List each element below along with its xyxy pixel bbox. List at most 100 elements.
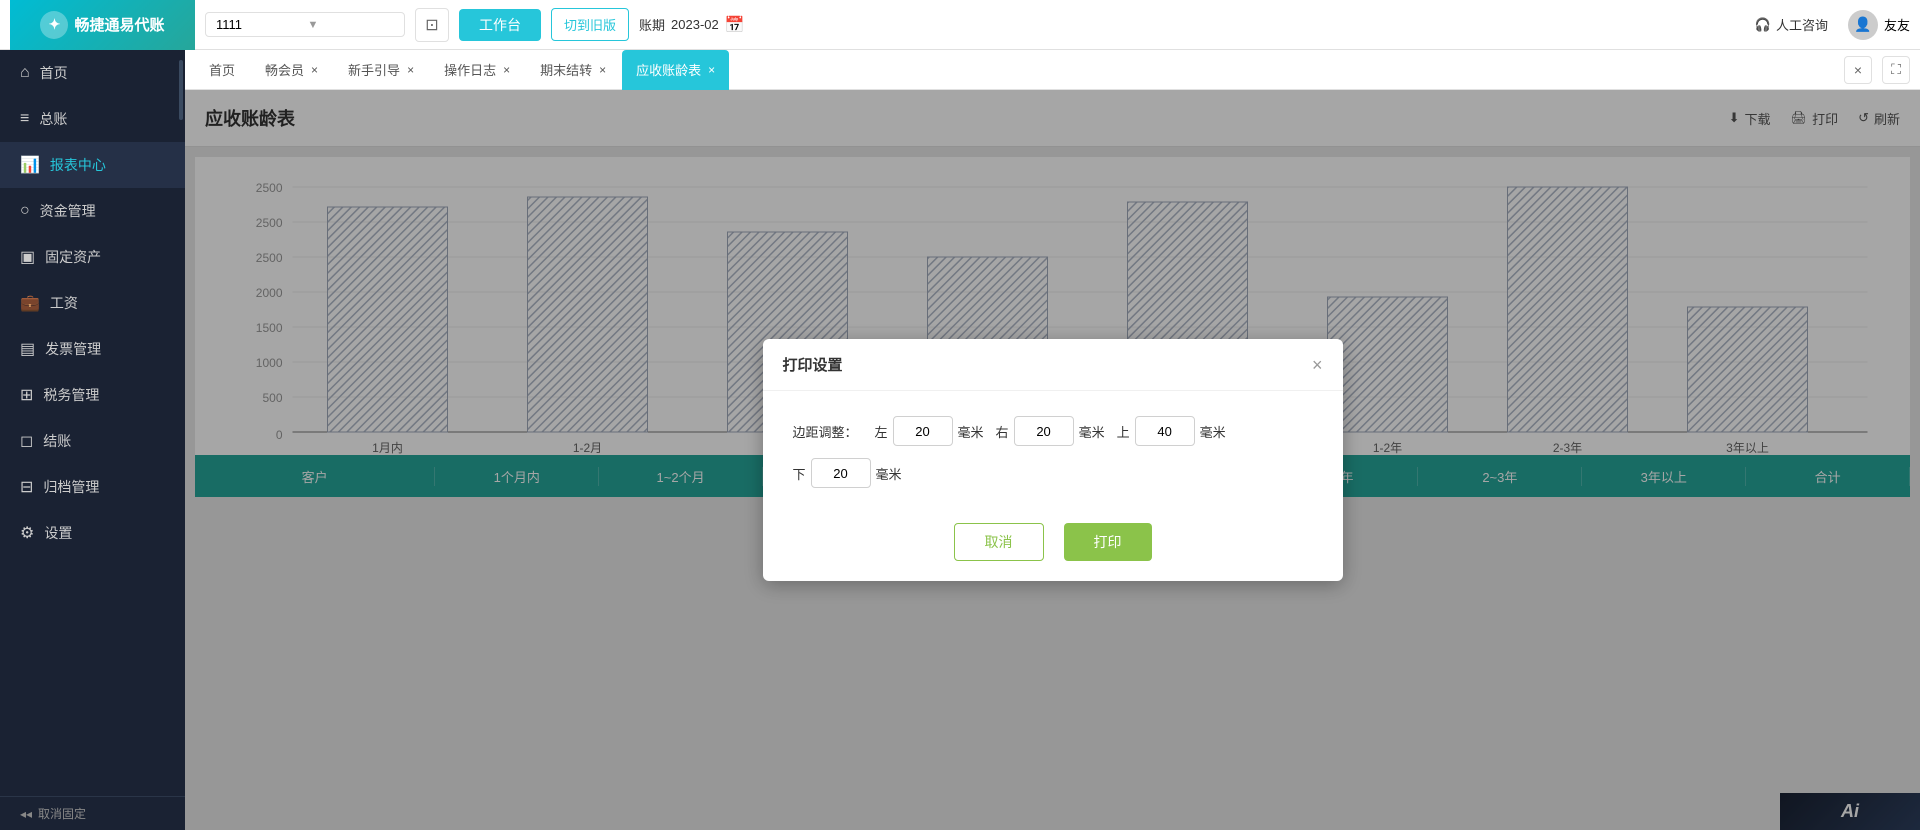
tab-closing-label: 期末结转 [540,60,592,79]
dialog-header: 打印设置 × [763,339,1343,391]
sidebar-item-closing[interactable]: ◻ 结账 [0,418,185,464]
logo-text: 畅捷通易代账 [74,14,164,35]
sidebar-item-label: 资金管理 [40,201,96,221]
cancel-button[interactable]: 取消 [954,523,1044,561]
margin-bottom-group: 下 毫米 [793,458,902,488]
tab-member-close[interactable]: × [311,63,318,77]
top-dir-label: 上 [1117,422,1130,441]
funds-icon: ○ [20,202,30,220]
top-unit: 毫米 [1200,422,1226,441]
margin-label: 边距调整： [793,422,858,441]
settings-icon: ⚙ [20,523,34,543]
top-margin-input[interactable] [1135,416,1195,446]
sidebar-item-label: 设置 [44,523,72,543]
top-header: ✦ 畅捷通易代账 1111 ▼ ⊡ 工作台 切到旧版 账期 2023-02 📅 … [0,0,1920,50]
tab-close-all-button[interactable]: × [1844,56,1872,84]
switch-version-button[interactable]: 切到旧版 [551,8,629,41]
print-confirm-button[interactable]: 打印 [1064,523,1152,561]
archive-icon: ⊟ [20,477,33,497]
tab-closing[interactable]: 期末结转 × [526,50,620,90]
tab-oplog[interactable]: 操作日志 × [430,50,524,90]
tab-aging-label: 应收账龄表 [636,60,701,79]
home-icon: ⌂ [20,64,30,82]
bottom-dir-label: 下 [793,464,806,483]
margin-top-group: 上 毫米 [1117,416,1226,446]
sidebar-item-ledger[interactable]: ≡ 总账 [0,96,185,142]
sidebar-item-archive[interactable]: ⊟ 归档管理 [0,464,185,510]
tab-oplog-close[interactable]: × [503,63,510,77]
tab-expand-button[interactable]: ⛶ [1882,56,1910,84]
dialog-overlay: 打印设置 × 边距调整： 左 毫米 右 [185,90,1920,830]
dialog-close-button[interactable]: × [1312,356,1323,374]
tab-aging-close[interactable]: × [708,63,715,77]
bottom-margin-input[interactable] [811,458,871,488]
sidebar-item-settings[interactable]: ⚙ 设置 [0,510,185,556]
scrollbar-thumb[interactable] [179,60,183,120]
company-selector[interactable]: 1111 ▼ [205,12,405,37]
calendar-icon[interactable]: 📅 [725,15,745,35]
sidebar-item-label: 总账 [39,109,67,129]
page-content: 应收账龄表 ⬇ 下载 🖨 打印 ↺ 刷新 [185,90,1920,830]
tab-guide[interactable]: 新手引导 × [334,50,428,90]
tab-closing-close[interactable]: × [599,63,606,77]
sidebar-item-funds[interactable]: ○ 资金管理 [0,188,185,234]
closing-icon: ◻ [20,431,33,451]
sidebar-item-label: 报表中心 [50,155,106,175]
user-area[interactable]: 👤 友友 [1848,10,1910,40]
content-area: 首页 畅会员 × 新手引导 × 操作日志 × 期末结转 × 应收账龄表 × [185,50,1920,830]
sidebar-item-tax[interactable]: ⊞ 税务管理 [0,372,185,418]
sidebar-collapse-button[interactable]: ◂◂ 取消固定 [0,796,185,830]
right-margin-input[interactable] [1014,416,1074,446]
collapse-label: 取消固定 [38,805,86,822]
period-area: 账期 2023-02 📅 [639,15,745,35]
sidebar-item-home[interactable]: ⌂ 首页 [0,50,185,96]
copy-button[interactable]: ⊡ [415,8,449,42]
workbench-button[interactable]: 工作台 [459,9,541,41]
margin-left-group: 左 毫米 [875,416,984,446]
logo-icon: ✦ [40,11,68,39]
sidebar-item-label: 工资 [50,293,78,313]
tab-guide-label: 新手引导 [348,60,400,79]
bottom-unit: 毫米 [876,464,902,483]
sidebar-item-label: 税务管理 [43,385,99,405]
reports-icon: 📊 [20,155,40,175]
sidebar-item-label: 固定资产 [45,247,101,267]
tab-home[interactable]: 首页 [195,50,249,90]
right-unit: 毫米 [1079,422,1105,441]
tab-guide-close[interactable]: × [407,63,414,77]
tab-aging[interactable]: 应收账龄表 × [622,50,729,90]
sidebar-item-label: 发票管理 [45,339,101,359]
sidebar-item-label: 首页 [40,63,68,83]
support-label: 人工咨询 [1776,15,1828,34]
sidebar: ⌂ 首页 ≡ 总账 📊 报表中心 ○ 资金管理 ▣ 固定资产 💼 工资 ▤ 发票… [0,50,185,830]
dialog-footer: 取消 打印 [763,508,1343,581]
sidebar-item-reports[interactable]: 📊 报表中心 [0,142,185,188]
tabs-right: × ⛶ [1844,56,1910,84]
left-dir-label: 左 [875,422,888,441]
sidebar-item-assets[interactable]: ▣ 固定资产 [0,234,185,280]
ledger-icon: ≡ [20,110,29,128]
tab-member-label: 畅会员 [265,60,304,79]
sidebar-item-invoice[interactable]: ▤ 发票管理 [0,326,185,372]
chevron-down-icon: ▼ [308,19,395,31]
tab-oplog-label: 操作日志 [444,60,496,79]
sidebar-item-label: 结账 [43,431,71,451]
right-dir-label: 右 [996,422,1009,441]
left-margin-input[interactable] [893,416,953,446]
dialog-body: 边距调整： 左 毫米 右 毫米 [763,391,1343,508]
sidebar-item-payroll[interactable]: 💼 工资 [0,280,185,326]
left-unit: 毫米 [958,422,984,441]
sidebar-item-label: 归档管理 [43,477,99,497]
invoice-icon: ▤ [20,339,35,359]
period-value: 2023-02 [671,17,719,32]
print-settings-dialog: 打印设置 × 边距调整： 左 毫米 右 [763,339,1343,581]
payroll-icon: 💼 [20,293,40,313]
company-name: 1111 [216,17,303,32]
support-button[interactable]: 🎧 人工咨询 [1755,15,1828,34]
tab-member[interactable]: 畅会员 × [251,50,332,90]
margin-row: 边距调整： 左 毫米 右 毫米 [793,416,1313,488]
main-layout: ⌂ 首页 ≡ 总账 📊 报表中心 ○ 资金管理 ▣ 固定资产 💼 工资 ▤ 发票… [0,50,1920,830]
user-label: 友友 [1884,15,1910,34]
logo-area: ✦ 畅捷通易代账 [10,0,195,50]
header-right: 🎧 人工咨询 👤 友友 [1755,10,1910,40]
